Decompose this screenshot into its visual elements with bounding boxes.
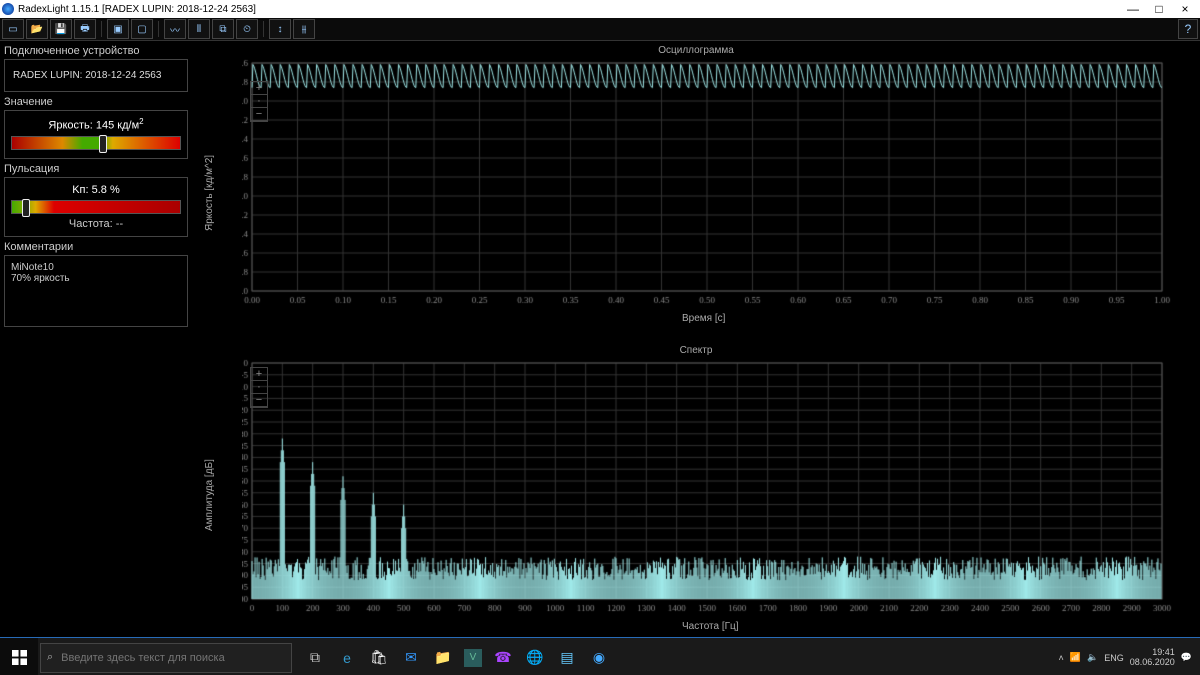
comments-title: Комментарии <box>4 241 188 253</box>
charts-area: Осциллограмма Яркость [кд/м^2] Время [с]… <box>192 41 1200 637</box>
tray-clock[interactable]: 19:41 08.06.2020 <box>1130 648 1175 668</box>
taskbar-search[interactable]: ⌕ <box>40 643 292 673</box>
spectrum-canvas[interactable] <box>242 359 1172 619</box>
toolbar-stop-icon[interactable]: ▢ <box>131 19 153 39</box>
system-tray: ˄ 📶 🔈 ENG 19:41 08.06.2020 💬 <box>1059 648 1200 668</box>
help-button[interactable]: ? <box>1178 19 1198 39</box>
tray-network-icon[interactable]: 📶 <box>1070 652 1081 663</box>
toolbar-record-icon[interactable]: ▣ <box>107 19 129 39</box>
toolbar-chart-icon[interactable]: ⧉ <box>212 19 234 39</box>
frequency-value: Частота: -- <box>9 218 183 230</box>
toolbar-save-icon[interactable]: 💾 <box>50 19 72 39</box>
spectrum-ylabel: Амплитуда [дБ] <box>204 459 215 531</box>
search-icon: ⌕ <box>47 651 53 664</box>
pulsation-title: Пульсация <box>4 163 188 175</box>
device-panel-title: Подключенное устройство <box>4 45 188 57</box>
device-name: RADEX LUPIN: 2018-12-24 2563 <box>9 64 183 87</box>
explorer-icon[interactable]: 📁 <box>432 647 454 669</box>
toolbar-print-icon[interactable]: 🖶 <box>74 19 96 39</box>
toolbar-clock-icon[interactable]: ⏲ <box>236 19 258 39</box>
sidebar: Подключенное устройство RADEX LUPIN: 201… <box>0 41 192 637</box>
commander-icon[interactable]: ▤ <box>556 647 578 669</box>
oscillogram-xlabel: Время [с] <box>682 313 725 324</box>
maximize-button[interactable]: □ <box>1146 1 1172 17</box>
minimize-button[interactable]: — <box>1120 1 1146 17</box>
device-panel: RADEX LUPIN: 2018-12-24 2563 <box>4 59 188 92</box>
toolbar-spectrum-icon[interactable]: ⫴ <box>188 19 210 39</box>
taskbar-apps: ⧉ e 🛍 ✉ 📁 V ☎ 🌐 ▤ ◉ <box>304 647 610 669</box>
spec-zoom: + · − <box>250 367 268 408</box>
tray-volume-icon[interactable]: 🔈 <box>1087 652 1098 663</box>
start-button[interactable] <box>0 638 38 675</box>
main-area: Подключенное устройство RADEX LUPIN: 201… <box>0 41 1200 637</box>
zoom-in-button[interactable]: + <box>251 368 267 381</box>
brightness-marker[interactable] <box>99 135 107 153</box>
toolbar-open-icon[interactable]: 📂 <box>26 19 48 39</box>
zoom-reset-button[interactable]: · <box>251 381 267 394</box>
taskbar: ⌕ ⧉ e 🛍 ✉ 📁 V ☎ 🌐 ▤ ◉ ˄ 📶 🔈 ENG 19:41 08… <box>0 637 1200 675</box>
app-icon <box>2 3 14 15</box>
toolbar-new-icon[interactable]: ▭ <box>2 19 24 39</box>
comments-text[interactable]: MiNote10 70% яркость <box>9 260 183 322</box>
close-button[interactable]: × <box>1172 1 1198 17</box>
mail-icon[interactable]: ✉ <box>400 647 422 669</box>
search-input[interactable] <box>59 651 285 665</box>
oscillogram-title: Осциллограмма <box>192 45 1200 56</box>
window-title: RadexLight 1.15.1 [RADEX LUPIN: 2018-12-… <box>18 4 1120 15</box>
store-icon[interactable]: 🛍 <box>368 647 390 669</box>
brightness-value: Яркость: 145 кд/м2 <box>9 117 183 132</box>
spectrum-xlabel: Частота [Гц] <box>682 621 739 632</box>
chrome-icon[interactable]: 🌐 <box>524 647 546 669</box>
toolbar-waveform-icon[interactable]: 〰 <box>164 19 186 39</box>
zoom-out-button[interactable]: − <box>251 394 267 407</box>
spectrum-title: Спектр <box>192 345 1200 356</box>
windows-icon <box>12 650 27 665</box>
brightness-gauge <box>11 136 181 150</box>
window-titlebar: RadexLight 1.15.1 [RADEX LUPIN: 2018-12-… <box>0 0 1200 18</box>
value-panel: Яркость: 145 кд/м2 <box>4 110 188 159</box>
edge-icon[interactable]: e <box>336 647 358 669</box>
value-panel-title: Значение <box>4 96 188 108</box>
comments-panel[interactable]: MiNote10 70% яркость <box>4 255 188 327</box>
toolbar-cursor-icon[interactable]: ↕ <box>269 19 291 39</box>
notifications-icon[interactable]: 💬 <box>1181 652 1192 663</box>
visualstudio-icon[interactable]: V <box>464 649 482 667</box>
pulsation-gauge <box>11 200 181 214</box>
tray-chevron-icon[interactable]: ˄ <box>1059 653 1064 663</box>
oscillogram-canvas[interactable] <box>242 59 1172 309</box>
kp-value: Kп: 5.8 % <box>9 184 183 196</box>
toolbar: ▭ 📂 💾 🖶 ▣ ▢ 〰 ⫴ ⧉ ⏲ ↕ ⫵ ? <box>0 18 1200 41</box>
pulsation-marker[interactable] <box>22 199 30 217</box>
viber-icon[interactable]: ☎ <box>492 647 514 669</box>
osc-zoom: + · − <box>250 81 268 122</box>
oscillogram-ylabel: Яркость [кд/м^2] <box>204 155 215 231</box>
zoom-out-button[interactable]: − <box>251 108 267 121</box>
radexlight-taskbar-icon[interactable]: ◉ <box>588 647 610 669</box>
task-view-icon[interactable]: ⧉ <box>304 647 326 669</box>
zoom-in-button[interactable]: + <box>251 82 267 95</box>
toolbar-histogram-icon[interactable]: ⫵ <box>293 19 315 39</box>
zoom-reset-button[interactable]: · <box>251 95 267 108</box>
tray-language[interactable]: ENG <box>1104 653 1124 663</box>
pulsation-panel: Kп: 5.8 % Частота: -- <box>4 177 188 237</box>
